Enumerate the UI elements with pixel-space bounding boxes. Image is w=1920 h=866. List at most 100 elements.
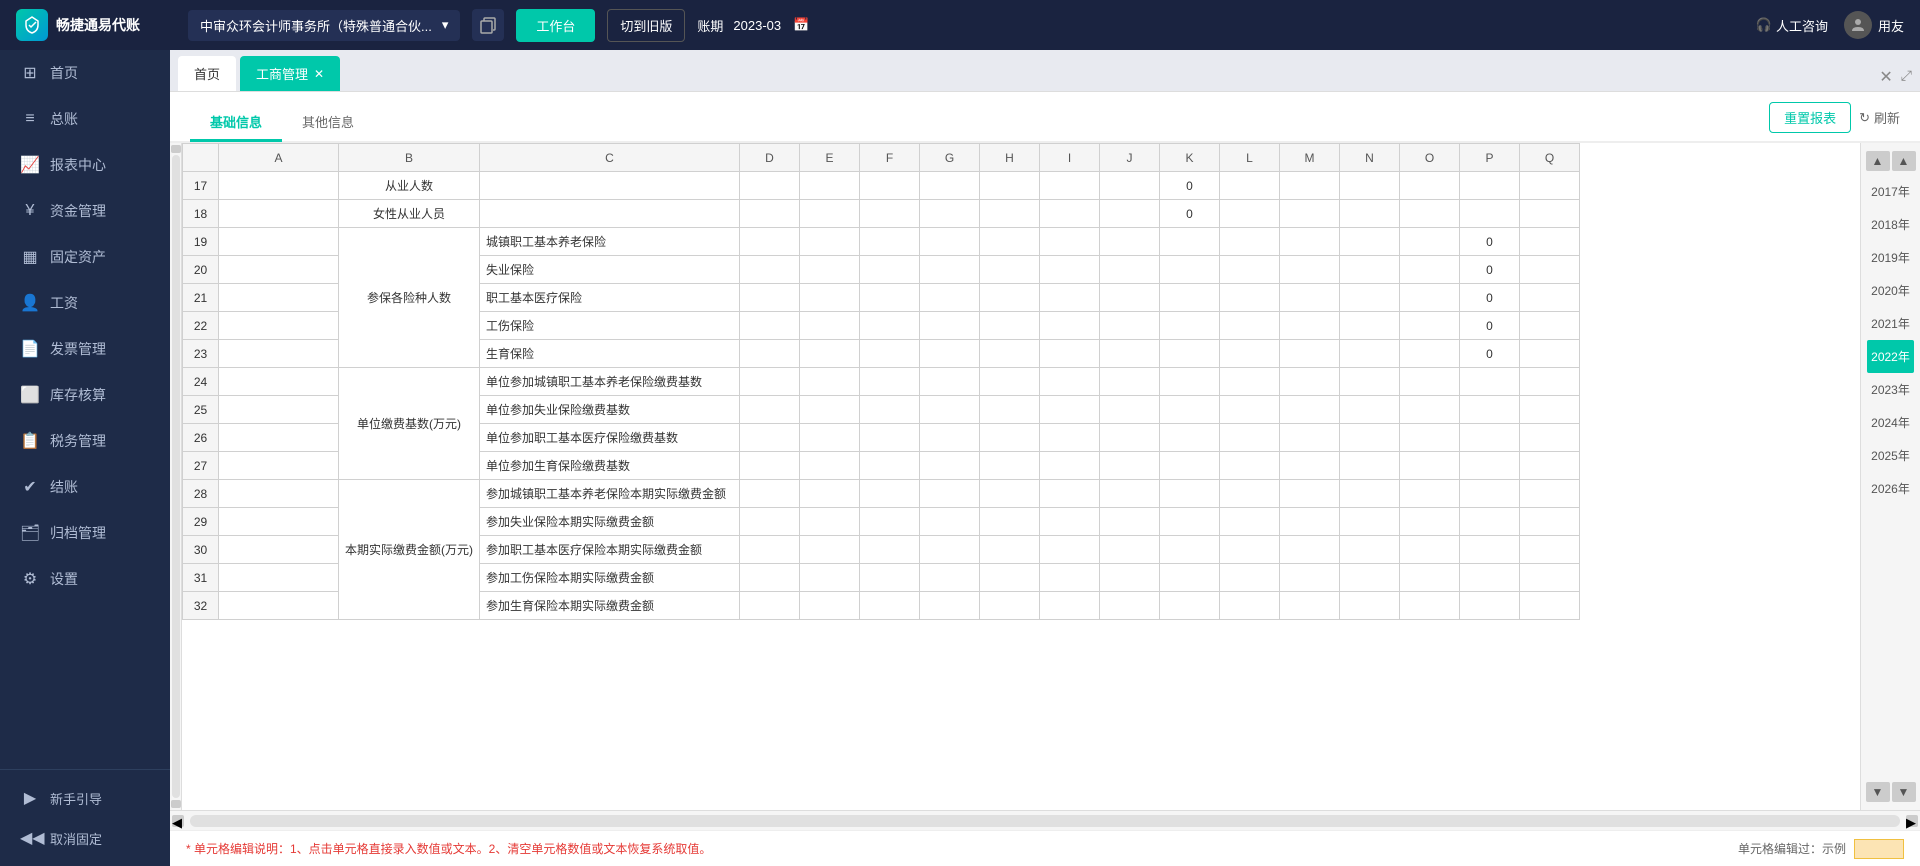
- refresh-button[interactable]: ↻ 刷新: [1859, 108, 1900, 127]
- cell-H-23[interactable]: [980, 340, 1040, 368]
- cell-D-23[interactable]: [740, 340, 800, 368]
- cell-O-24[interactable]: [1400, 368, 1460, 396]
- cell-H-32[interactable]: [980, 592, 1040, 620]
- cell-N-30[interactable]: [1340, 536, 1400, 564]
- cell-P-31[interactable]: [1460, 564, 1520, 592]
- cell-M-32[interactable]: [1280, 592, 1340, 620]
- cell-H-24[interactable]: [980, 368, 1040, 396]
- year-item-2025年[interactable]: 2025年: [1867, 439, 1914, 472]
- cell-C-29[interactable]: 参加失业保险本期实际缴费金额: [480, 508, 740, 536]
- cell-P-32[interactable]: [1460, 592, 1520, 620]
- year-item-2019年[interactable]: 2019年: [1867, 241, 1914, 274]
- year-item-2017年[interactable]: 2017年: [1867, 175, 1914, 208]
- cell-A-31[interactable]: [219, 564, 339, 592]
- cell-B-17[interactable]: 从业人数: [339, 172, 480, 200]
- sidebar-item-settings[interactable]: ⚙ 设置: [0, 556, 170, 602]
- cell-O-25[interactable]: [1400, 396, 1460, 424]
- arrow-up-right-icon[interactable]: ▲: [1892, 151, 1916, 171]
- cell-L-19[interactable]: [1220, 228, 1280, 256]
- cell-P-17[interactable]: [1460, 172, 1520, 200]
- cell-N-25[interactable]: [1340, 396, 1400, 424]
- scroll-right-btn[interactable]: ▶: [1906, 815, 1918, 827]
- year-item-2021年[interactable]: 2021年: [1867, 307, 1914, 340]
- cell-G-25[interactable]: [920, 396, 980, 424]
- cell-P-19[interactable]: 0: [1460, 228, 1520, 256]
- sidebar-item-unpin[interactable]: ◀◀ 取消固定: [0, 818, 170, 858]
- cell-M-21[interactable]: [1280, 284, 1340, 312]
- cell-O-18[interactable]: [1400, 200, 1460, 228]
- cell-M-26[interactable]: [1280, 424, 1340, 452]
- cell-K-27[interactable]: [1160, 452, 1220, 480]
- cell-C-28[interactable]: 参加城镇职工基本养老保险本期实际缴费金额: [480, 480, 740, 508]
- cell-E-30[interactable]: [800, 536, 860, 564]
- cell-P-26[interactable]: [1460, 424, 1520, 452]
- sidebar-item-capital[interactable]: ¥ 资金管理: [0, 188, 170, 234]
- cell-F-29[interactable]: [860, 508, 920, 536]
- cell-E-27[interactable]: [800, 452, 860, 480]
- col-header-F[interactable]: F: [860, 144, 920, 172]
- cell-M-25[interactable]: [1280, 396, 1340, 424]
- user-area[interactable]: 用友: [1844, 11, 1904, 39]
- cell-N-28[interactable]: [1340, 480, 1400, 508]
- cell-M-27[interactable]: [1280, 452, 1340, 480]
- reset-button[interactable]: 重置报表: [1769, 102, 1851, 133]
- cell-N-21[interactable]: [1340, 284, 1400, 312]
- cell-G-26[interactable]: [920, 424, 980, 452]
- cell-L-32[interactable]: [1220, 592, 1280, 620]
- cell-F-32[interactable]: [860, 592, 920, 620]
- cell-L-27[interactable]: [1220, 452, 1280, 480]
- cell-A-28[interactable]: [219, 480, 339, 508]
- col-header-K[interactable]: K: [1160, 144, 1220, 172]
- cell-F-28[interactable]: [860, 480, 920, 508]
- cell-L-26[interactable]: [1220, 424, 1280, 452]
- cell-I-23[interactable]: [1040, 340, 1100, 368]
- cell-C-32[interactable]: 参加生育保险本期实际缴费金额: [480, 592, 740, 620]
- sidebar-item-settlement[interactable]: ✔ 结账: [0, 464, 170, 510]
- arrow-down-right-icon[interactable]: ▼: [1892, 782, 1916, 802]
- cell-D-29[interactable]: [740, 508, 800, 536]
- col-header-D[interactable]: D: [740, 144, 800, 172]
- cell-Q-21[interactable]: [1520, 284, 1580, 312]
- cell-G-32[interactable]: [920, 592, 980, 620]
- cell-C-23[interactable]: 生育保险: [480, 340, 740, 368]
- cell-K-17[interactable]: 0: [1160, 172, 1220, 200]
- cell-D-25[interactable]: [740, 396, 800, 424]
- cell-Q-31[interactable]: [1520, 564, 1580, 592]
- cell-C-30[interactable]: 参加职工基本医疗保险本期实际缴费金额: [480, 536, 740, 564]
- cell-P-20[interactable]: 0: [1460, 256, 1520, 284]
- col-header-L[interactable]: L: [1220, 144, 1280, 172]
- cell-L-28[interactable]: [1220, 480, 1280, 508]
- cell-O-32[interactable]: [1400, 592, 1460, 620]
- cell-D-32[interactable]: [740, 592, 800, 620]
- cell-M-19[interactable]: [1280, 228, 1340, 256]
- cell-E-18[interactable]: [800, 200, 860, 228]
- sidebar-item-reports[interactable]: 📈 报表中心: [0, 142, 170, 188]
- spreadsheet-container[interactable]: A B C D E F G H I J K L M: [182, 143, 1860, 810]
- cell-M-24[interactable]: [1280, 368, 1340, 396]
- cell-I-17[interactable]: [1040, 172, 1100, 200]
- cell-A-20[interactable]: [219, 256, 339, 284]
- sub-tab-basic[interactable]: 基础信息: [190, 104, 282, 142]
- cell-N-26[interactable]: [1340, 424, 1400, 452]
- cell-L-18[interactable]: [1220, 200, 1280, 228]
- cell-J-25[interactable]: [1100, 396, 1160, 424]
- cell-I-30[interactable]: [1040, 536, 1100, 564]
- cell-G-22[interactable]: [920, 312, 980, 340]
- cell-H-27[interactable]: [980, 452, 1040, 480]
- cell-E-17[interactable]: [800, 172, 860, 200]
- cell-J-18[interactable]: [1100, 200, 1160, 228]
- cell-Q-28[interactable]: [1520, 480, 1580, 508]
- arrow-up-icon[interactable]: ▲: [1866, 151, 1890, 171]
- cell-I-26[interactable]: [1040, 424, 1100, 452]
- cell-N-29[interactable]: [1340, 508, 1400, 536]
- cell-D-19[interactable]: [740, 228, 800, 256]
- col-header-H[interactable]: H: [980, 144, 1040, 172]
- year-item-2024年[interactable]: 2024年: [1867, 406, 1914, 439]
- sidebar-item-fixed-assets[interactable]: ▦ 固定资产: [0, 234, 170, 280]
- cell-M-22[interactable]: [1280, 312, 1340, 340]
- cell-A-27[interactable]: [219, 452, 339, 480]
- year-item-2018年[interactable]: 2018年: [1867, 208, 1914, 241]
- cell-H-19[interactable]: [980, 228, 1040, 256]
- cell-Q-32[interactable]: [1520, 592, 1580, 620]
- service-button[interactable]: 🎧 人工咨询: [1756, 16, 1828, 35]
